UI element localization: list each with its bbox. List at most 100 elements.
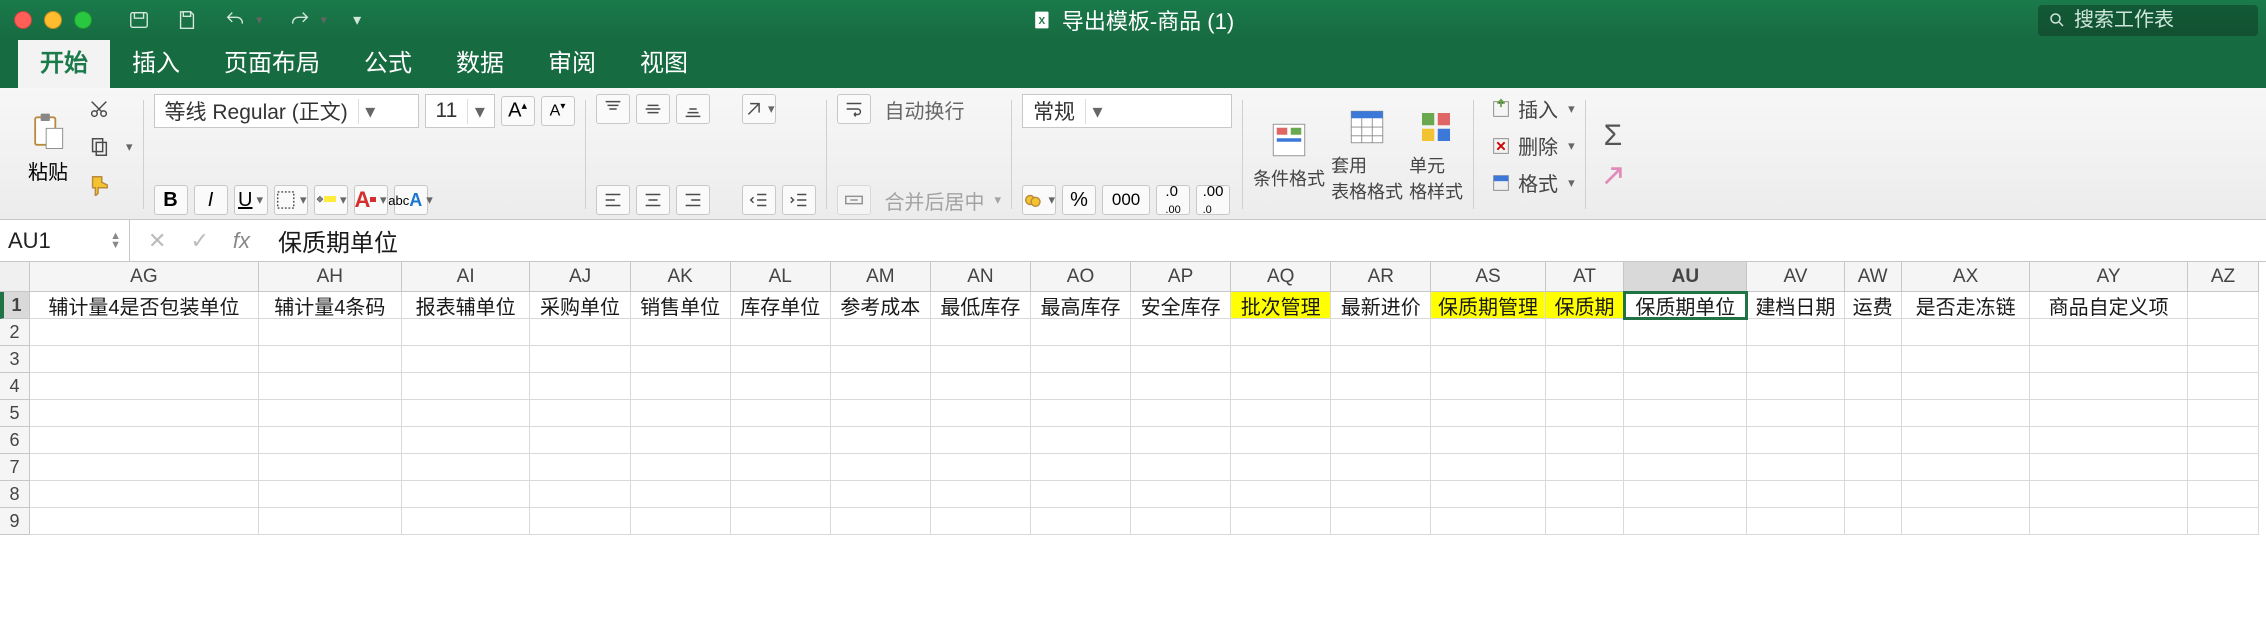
qat-customize[interactable]: ▾ (353, 10, 361, 30)
undo-button[interactable]: ▾ (224, 9, 263, 31)
font-color-button[interactable]: A▾ (354, 185, 388, 215)
tab-插入[interactable]: 插入 (110, 33, 202, 88)
cell-AG6[interactable] (30, 427, 259, 454)
cell-AG7[interactable] (30, 454, 259, 481)
cell-AY4[interactable] (2030, 373, 2187, 400)
cell-AP5[interactable] (1131, 400, 1231, 427)
cell-AN1[interactable]: 最低库存 (931, 292, 1031, 319)
cell-AX1[interactable]: 是否走冻链 (1902, 292, 2031, 319)
cell-AY1[interactable]: 商品自定义项 (2030, 292, 2187, 319)
cell-AW6[interactable] (1845, 427, 1902, 454)
cell-AU4[interactable] (1624, 373, 1747, 400)
cell-AL6[interactable] (731, 427, 831, 454)
cell-AH5[interactable] (259, 400, 402, 427)
zoom-window-button[interactable] (74, 11, 92, 29)
cell-AH6[interactable] (259, 427, 402, 454)
comma-button[interactable]: 000 (1102, 185, 1150, 215)
cell-AL9[interactable] (731, 508, 831, 535)
cell-AP8[interactable] (1131, 481, 1231, 508)
cell-AK5[interactable] (631, 400, 731, 427)
cell-AP4[interactable] (1131, 373, 1231, 400)
cell-AS2[interactable] (1431, 319, 1545, 346)
cell-AJ4[interactable] (530, 373, 630, 400)
cell-AR5[interactable] (1331, 400, 1431, 427)
col-header-AX[interactable]: AX (1902, 262, 2031, 292)
cell-AG1[interactable]: 辅计量4是否包装单位 (30, 292, 259, 319)
underline-button[interactable]: U▾ (234, 185, 268, 215)
cell-AR3[interactable] (1331, 346, 1431, 373)
cell-AW8[interactable] (1845, 481, 1902, 508)
increase-decimal-button[interactable]: .0.00 (1156, 185, 1190, 215)
clear-button[interactable] (1596, 161, 1630, 191)
cell-AL4[interactable] (731, 373, 831, 400)
cell-AL8[interactable] (731, 481, 831, 508)
percent-button[interactable]: % (1062, 185, 1096, 215)
cell-AV6[interactable] (1747, 427, 1844, 454)
col-header-AV[interactable]: AV (1747, 262, 1844, 292)
cell-AR7[interactable] (1331, 454, 1431, 481)
cell-AK7[interactable] (631, 454, 731, 481)
close-window-button[interactable] (14, 11, 32, 29)
cell-AY3[interactable] (2030, 346, 2187, 373)
cell-AI4[interactable] (402, 373, 531, 400)
cell-AZ1[interactable] (2188, 292, 2260, 319)
cell-AR6[interactable] (1331, 427, 1431, 454)
cell-AP7[interactable] (1131, 454, 1231, 481)
font-name-combo[interactable]: 等线 Regular (正文)▾ (154, 94, 419, 128)
cell-AJ1[interactable]: 采购单位 (530, 292, 630, 319)
cell-AG3[interactable] (30, 346, 259, 373)
cell-AU6[interactable] (1624, 427, 1747, 454)
col-header-AO[interactable]: AO (1031, 262, 1131, 292)
increase-font-button[interactable]: A▴ (501, 96, 535, 126)
cell-AQ1[interactable]: 批次管理 (1231, 292, 1331, 319)
increase-indent-button[interactable] (782, 185, 816, 215)
cell-AM6[interactable] (831, 427, 931, 454)
cell-AT6[interactable] (1546, 427, 1625, 454)
row-header-9[interactable]: 9 (0, 508, 30, 535)
cell-AK3[interactable] (631, 346, 731, 373)
fx-icon[interactable]: fx (233, 228, 250, 254)
cell-AX2[interactable] (1902, 319, 2031, 346)
delete-cells-button[interactable]: 删除▾ (1490, 131, 1575, 160)
border-button[interactable]: ▾ (274, 185, 308, 215)
cell-AM9[interactable] (831, 508, 931, 535)
cell-AM5[interactable] (831, 400, 931, 427)
cell-AT8[interactable] (1546, 481, 1625, 508)
cell-AW4[interactable] (1845, 373, 1902, 400)
cell-AW1[interactable]: 运费 (1845, 292, 1902, 319)
cell-AV4[interactable] (1747, 373, 1844, 400)
col-header-AL[interactable]: AL (731, 262, 831, 292)
cell-AZ2[interactable] (2188, 319, 2260, 346)
cell-AP3[interactable] (1131, 346, 1231, 373)
paste-button[interactable]: 粘贴 (20, 108, 76, 187)
cell-AM8[interactable] (831, 481, 931, 508)
cell-AN8[interactable] (931, 481, 1031, 508)
cell-AN9[interactable] (931, 508, 1031, 535)
cell-AU3[interactable] (1624, 346, 1747, 373)
minimize-window-button[interactable] (44, 11, 62, 29)
cell-AX4[interactable] (1902, 373, 2031, 400)
namebox-down[interactable]: ▼ (110, 241, 121, 250)
cell-AI6[interactable] (402, 427, 531, 454)
spreadsheet-grid[interactable]: AGAHAIAJAKALAMANAOAPAQARASATAUAVAWAXAYAZ… (0, 262, 2266, 535)
align-top-button[interactable] (596, 94, 630, 124)
col-header-AY[interactable]: AY (2030, 262, 2187, 292)
col-header-AT[interactable]: AT (1546, 262, 1625, 292)
cell-AQ2[interactable] (1231, 319, 1331, 346)
row-header-5[interactable]: 5 (0, 400, 30, 427)
cell-AP6[interactable] (1131, 427, 1231, 454)
orientation-button[interactable]: ▾ (742, 94, 776, 124)
select-all-corner[interactable] (0, 262, 30, 292)
cell-AU9[interactable] (1624, 508, 1747, 535)
cell-AO5[interactable] (1031, 400, 1131, 427)
align-right-button[interactable] (676, 185, 710, 215)
cell-AQ4[interactable] (1231, 373, 1331, 400)
autosave-toggle[interactable] (128, 9, 150, 31)
cell-AO8[interactable] (1031, 481, 1131, 508)
cell-AI3[interactable] (402, 346, 531, 373)
col-header-AW[interactable]: AW (1845, 262, 1902, 292)
cell-AV9[interactable] (1747, 508, 1844, 535)
cell-AV2[interactable] (1747, 319, 1844, 346)
cell-AU1[interactable]: 保质期单位 (1624, 292, 1747, 319)
col-header-AZ[interactable]: AZ (2188, 262, 2260, 292)
